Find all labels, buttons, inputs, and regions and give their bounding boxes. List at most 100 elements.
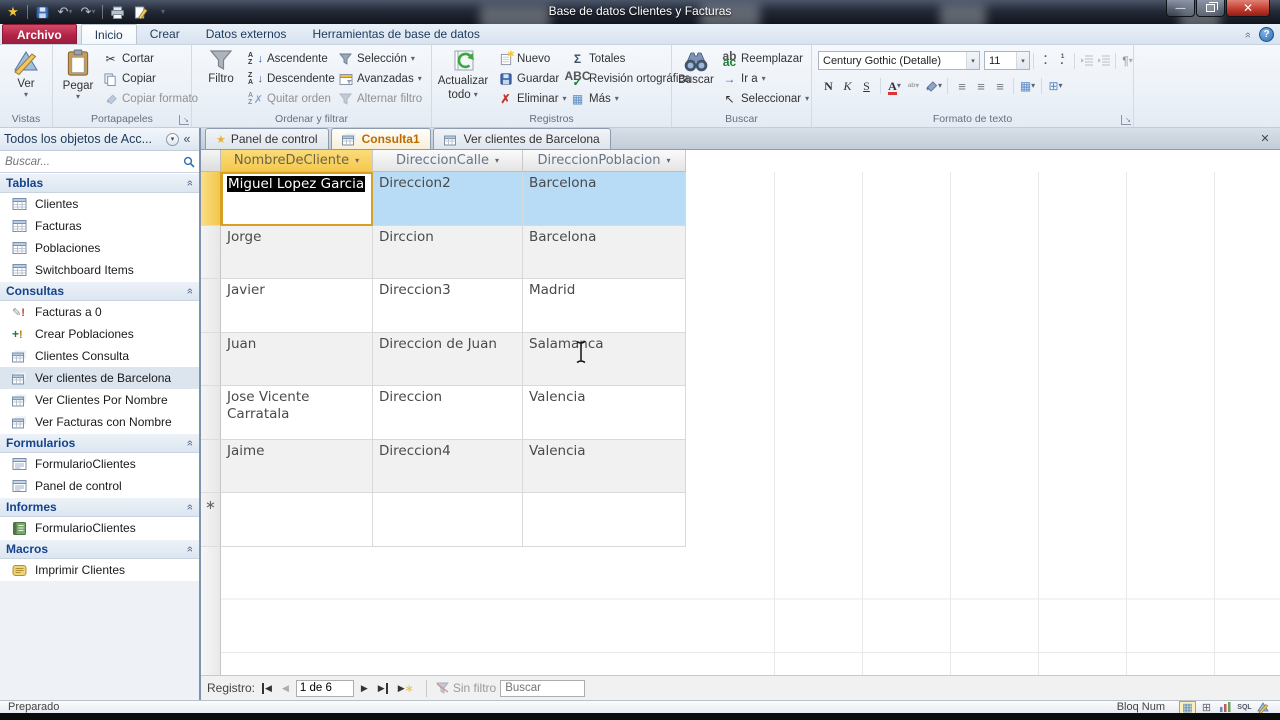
last-record-button[interactable]: ▶ bbox=[375, 682, 391, 694]
nav-item-facturas-a-0[interactable]: ✎! Facturas a 0 bbox=[0, 301, 199, 323]
select-all-corner[interactable] bbox=[201, 150, 221, 172]
collapse-section-icon[interactable]: » bbox=[184, 504, 196, 510]
new-record-selector[interactable]: ∗ bbox=[201, 493, 221, 547]
close-document-icon[interactable]: ✕ bbox=[1258, 132, 1272, 145]
align-center-button[interactable]: ≡ bbox=[972, 77, 989, 95]
seleccionar-button[interactable]: ↖ Seleccionar ▾ bbox=[722, 89, 809, 109]
record-selector[interactable] bbox=[201, 386, 221, 440]
ascendente-button[interactable]: A Z ↓ Ascendente bbox=[248, 49, 335, 69]
cell-editing[interactable]: Miguel Lopez Garcia bbox=[221, 172, 373, 226]
filtro-button[interactable]: Filtro bbox=[200, 45, 242, 107]
highlight-button[interactable]: ab ▾ bbox=[905, 77, 922, 95]
nav-item-formularioclientes[interactable]: FormularioClientes bbox=[0, 453, 199, 475]
ir-a-button[interactable]: → Ir a ▾ bbox=[722, 69, 809, 89]
filter-state-button[interactable]: Sin filtro bbox=[436, 681, 496, 695]
tab-inicio[interactable]: Inicio bbox=[80, 24, 137, 44]
cell[interactable]: Jaime bbox=[221, 439, 373, 493]
section-macros[interactable]: Macros» bbox=[0, 539, 199, 559]
doc-tab-ver-clientes-de-barcelona[interactable]: Ver clientes de Barcelona bbox=[432, 128, 611, 149]
cell[interactable]: Valencia bbox=[523, 439, 686, 493]
cell[interactable]: Madrid bbox=[523, 279, 686, 333]
column-header-direccionpoblacion[interactable]: DireccionPoblacion ▾ bbox=[523, 150, 686, 172]
align-left-button[interactable]: ≡ bbox=[953, 77, 970, 95]
section-informes[interactable]: Informes» bbox=[0, 497, 199, 517]
tab-herramientas[interactable]: Herramientas de base de datos bbox=[299, 24, 492, 44]
datasheet-view-button[interactable]: ▦ bbox=[1179, 700, 1196, 714]
alternar-filtro-button[interactable]: Alternar filtro bbox=[338, 89, 422, 109]
nav-item-clientes[interactable]: Clientes bbox=[0, 193, 199, 215]
navigation-pane-header[interactable]: Todos los objetos de Acc... ▾ « bbox=[0, 128, 199, 151]
bold-button[interactable]: N bbox=[820, 77, 837, 95]
cell[interactable]: Direccion2 bbox=[373, 172, 523, 226]
numbering-button[interactable]: 1 • bbox=[1054, 52, 1071, 70]
cell[interactable]: Salamanca bbox=[523, 332, 686, 386]
record-selector[interactable] bbox=[201, 225, 221, 279]
nav-item-informe-formularioclientes[interactable]: FormularioClientes bbox=[0, 517, 199, 539]
reemplazar-button[interactable]: ab ac Reemplazar bbox=[722, 49, 809, 69]
font-size-combo[interactable]: 11 ▾ bbox=[984, 51, 1030, 70]
cortar-button[interactable]: ✂ Cortar bbox=[103, 49, 198, 69]
pegar-button[interactable]: Pegar ▾ bbox=[57, 45, 99, 107]
nav-item-ver-clientes-por-nombre[interactable]: Ver Clientes Por Nombre bbox=[0, 389, 199, 411]
italic-button[interactable]: K bbox=[839, 77, 856, 95]
font-name-combo[interactable]: Century Gothic (Detalle) ▾ bbox=[818, 51, 980, 70]
new-record-button[interactable]: ▶ ∗ bbox=[395, 682, 417, 695]
record-search-input[interactable] bbox=[500, 679, 586, 697]
record-selector[interactable] bbox=[201, 172, 221, 226]
cell[interactable]: Direccion bbox=[373, 386, 523, 440]
nav-search-input[interactable] bbox=[0, 151, 179, 172]
record-selector[interactable] bbox=[201, 439, 221, 493]
cell[interactable]: Barcelona bbox=[523, 225, 686, 279]
cell-empty[interactable] bbox=[221, 493, 373, 547]
guardar-button[interactable]: Guardar bbox=[498, 69, 567, 89]
nav-item-poblaciones[interactable]: Poblaciones bbox=[0, 237, 199, 259]
tab-crear[interactable]: Crear bbox=[137, 24, 193, 44]
column-dropdown-icon[interactable]: ▾ bbox=[666, 156, 670, 165]
nav-item-facturas[interactable]: Facturas bbox=[0, 215, 199, 237]
copiar-button[interactable]: Copiar bbox=[103, 69, 198, 89]
collapse-section-icon[interactable]: » bbox=[184, 546, 196, 552]
eliminar-button[interactable]: ✗ Eliminar ▾ bbox=[498, 89, 566, 109]
nav-item-ver-clientes-de-barcelona[interactable]: Ver clientes de Barcelona bbox=[0, 367, 199, 389]
buscar-button[interactable]: Buscar bbox=[674, 45, 718, 107]
doc-tab-consulta1[interactable]: Consulta1 bbox=[330, 128, 431, 149]
cell[interactable]: Juan bbox=[221, 332, 373, 386]
cell[interactable]: Jose Vicente Carratala bbox=[221, 386, 373, 440]
cell-empty[interactable] bbox=[373, 493, 523, 547]
collapse-section-icon[interactable]: » bbox=[184, 180, 196, 186]
cell[interactable]: Valencia bbox=[523, 386, 686, 440]
restore-button[interactable] bbox=[1196, 0, 1225, 17]
decrease-indent-button[interactable] bbox=[1078, 52, 1095, 70]
nav-item-ver-facturas-con-nombre[interactable]: Ver Facturas con Nombre bbox=[0, 411, 199, 433]
nav-item-crear-poblaciones[interactable]: +! Crear Poblaciones bbox=[0, 323, 199, 345]
bullets-button[interactable]: • • bbox=[1037, 52, 1054, 70]
help-icon[interactable]: ? bbox=[1259, 27, 1274, 42]
cell[interactable]: Direccion de Juan bbox=[373, 332, 523, 386]
section-formularios[interactable]: Formularios» bbox=[0, 433, 199, 453]
quitar-orden-button[interactable]: A Z ✗ Quitar orden bbox=[248, 89, 335, 109]
descendente-button[interactable]: Z A ↓ Descendente bbox=[248, 69, 335, 89]
nav-item-clientes-consulta[interactable]: Clientes Consulta bbox=[0, 345, 199, 367]
alternate-row-color-button[interactable]: ⊞ ▾ bbox=[1047, 77, 1064, 95]
cell[interactable]: Jorge bbox=[221, 225, 373, 279]
nuevo-button[interactable]: ∗ Nuevo bbox=[498, 49, 567, 69]
nav-item-imprimir-clientes[interactable]: Imprimir Clientes bbox=[0, 559, 199, 581]
section-tablas[interactable]: Tablas» bbox=[0, 173, 199, 193]
previous-record-button[interactable]: ◀ bbox=[279, 683, 292, 694]
copiar-formato-button[interactable]: Copiar formato bbox=[103, 89, 198, 109]
section-consultas[interactable]: Consultas» bbox=[0, 281, 199, 301]
record-position-box[interactable] bbox=[295, 679, 354, 697]
seleccion-button[interactable]: Selección ▾ bbox=[338, 49, 422, 69]
font-color-button[interactable]: A ▾ bbox=[886, 77, 903, 95]
minimize-button[interactable]: — bbox=[1166, 0, 1195, 17]
column-dropdown-icon[interactable]: ▾ bbox=[495, 156, 499, 165]
tab-archivo[interactable]: Archivo bbox=[2, 24, 77, 44]
cell[interactable]: Barcelona bbox=[523, 172, 686, 226]
tab-datos-externos[interactable]: Datos externos bbox=[193, 24, 300, 44]
column-dropdown-icon[interactable]: ▾ bbox=[355, 156, 359, 165]
sql-view-button[interactable]: SQL bbox=[1236, 701, 1253, 714]
record-selector[interactable] bbox=[201, 279, 221, 333]
dialog-launcher-icon[interactable]: ↘ bbox=[179, 115, 189, 125]
first-record-button[interactable]: ◀ bbox=[259, 682, 275, 694]
next-record-button[interactable]: ▶ bbox=[358, 683, 371, 694]
